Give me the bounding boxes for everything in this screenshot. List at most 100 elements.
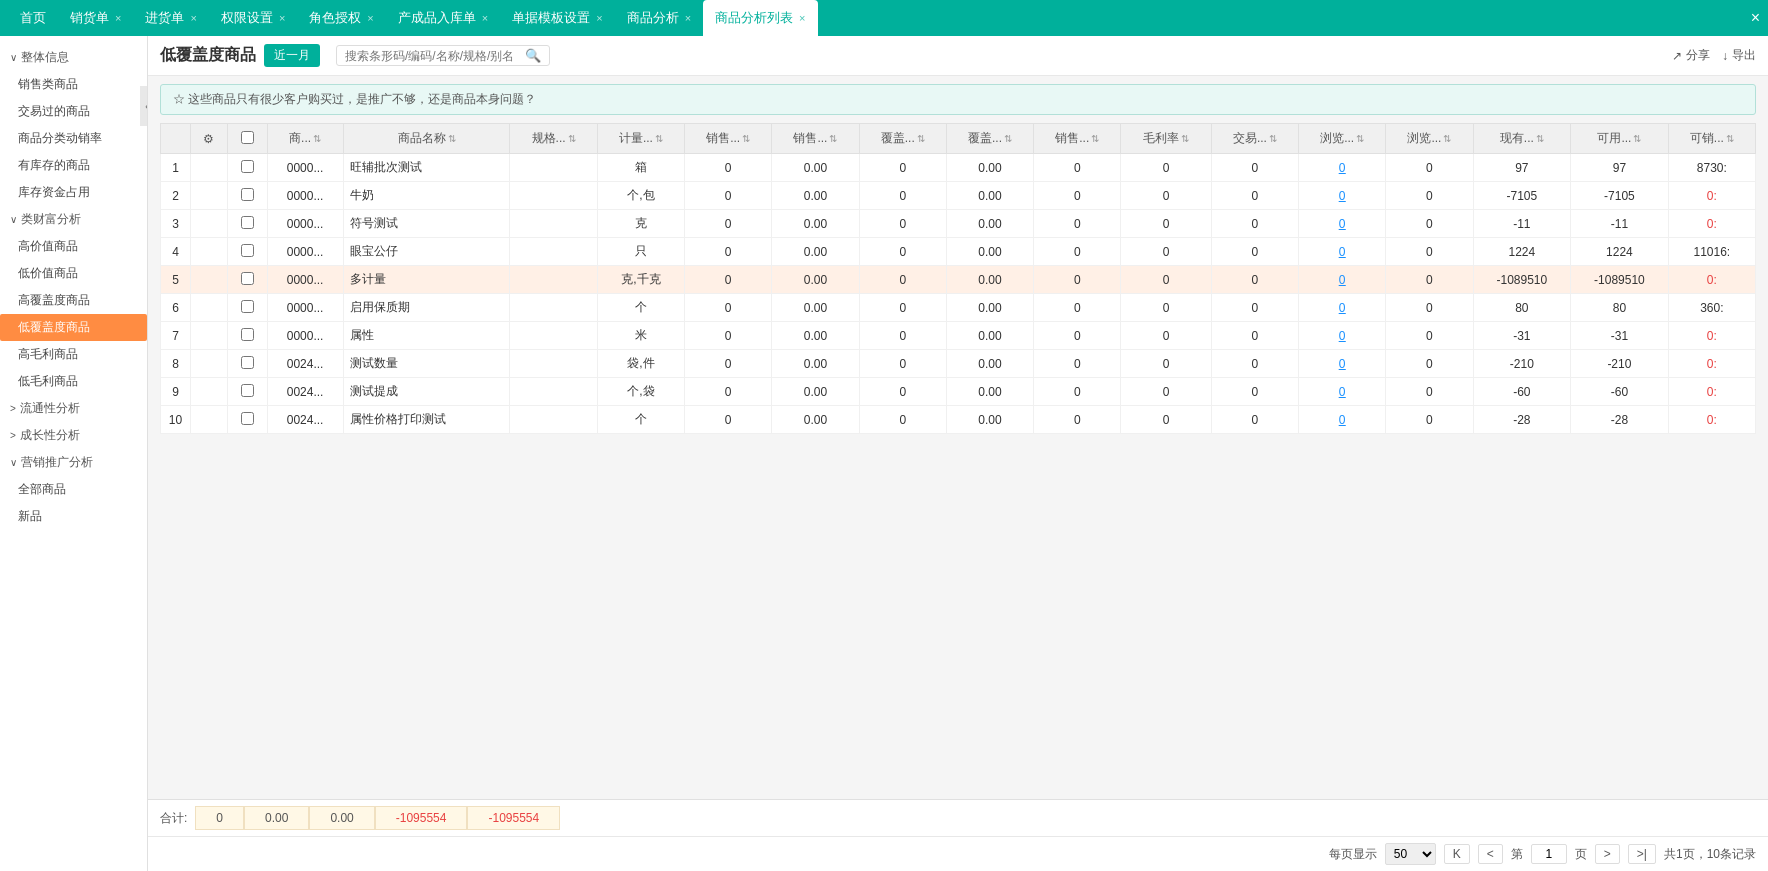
gross-margin-column-header[interactable]: 毛利率⇅ bbox=[1121, 124, 1211, 154]
sales-count-column-header[interactable]: 销售...⇅ bbox=[685, 124, 772, 154]
nav-products[interactable]: 产成品入库单 × bbox=[386, 0, 500, 36]
last-page-button[interactable]: >| bbox=[1628, 844, 1656, 864]
sidebar-item-stock-capital[interactable]: 库存资金占用 bbox=[0, 179, 147, 206]
select-all-checkbox[interactable] bbox=[241, 131, 254, 144]
sort-icon: ⇅ bbox=[313, 133, 321, 144]
browse-link[interactable]: 0 bbox=[1299, 378, 1386, 406]
browse-link[interactable]: 0 bbox=[1299, 406, 1386, 434]
row-checkbox[interactable] bbox=[227, 322, 267, 350]
prev-page-button[interactable]: < bbox=[1478, 844, 1503, 864]
period-button[interactable]: 近一月 bbox=[264, 44, 320, 67]
sidebar-item-stock-goods[interactable]: 有库存的商品 bbox=[0, 152, 147, 179]
row-checkbox[interactable] bbox=[227, 266, 267, 294]
sidebar-section-wealth[interactable]: ∨ 类财富分析 bbox=[0, 206, 147, 233]
row-sales-count: 0 bbox=[685, 238, 772, 266]
row-checkbox[interactable] bbox=[227, 182, 267, 210]
search-input[interactable] bbox=[345, 49, 525, 63]
spec-column-header[interactable]: 规格...⇅ bbox=[510, 124, 597, 154]
row-checkbox[interactable] bbox=[227, 294, 267, 322]
table-wrapper[interactable]: ⚙ 商...⇅ 商品名称⇅ 规格...⇅ 计量...⇅ 销售...⇅ 销售...… bbox=[160, 123, 1756, 799]
nav-template[interactable]: 单据模板设置 × bbox=[500, 0, 614, 36]
checkbox-column-header[interactable] bbox=[227, 124, 267, 154]
available-column-header[interactable]: 可用...⇅ bbox=[1571, 124, 1669, 154]
row-checkbox[interactable] bbox=[227, 238, 267, 266]
row-checkbox[interactable] bbox=[227, 350, 267, 378]
sidebar-item-low-value[interactable]: 低价值商品 bbox=[0, 260, 147, 287]
sidebar-section-liquidity[interactable]: > 流通性分析 bbox=[0, 395, 147, 422]
nav-analysis-list[interactable]: 商品分析列表 × bbox=[703, 0, 817, 36]
sales3-column-header[interactable]: 销售...⇅ bbox=[1034, 124, 1121, 154]
sidebar-section-growth[interactable]: > 成长性分析 bbox=[0, 422, 147, 449]
row-sales-count: 0 bbox=[685, 350, 772, 378]
close-icon[interactable]: × bbox=[190, 12, 196, 24]
sidebar-item-high-profit[interactable]: 高毛利商品 bbox=[0, 341, 147, 368]
row-browse2: 0 bbox=[1386, 154, 1473, 182]
sidebar-item-all-goods[interactable]: 全部商品 bbox=[0, 476, 147, 503]
browse-link[interactable]: 0 bbox=[1299, 294, 1386, 322]
row-cover1: 0 bbox=[859, 294, 946, 322]
close-icon[interactable]: × bbox=[482, 12, 488, 24]
page-size-select[interactable]: 50 20 100 bbox=[1385, 843, 1436, 865]
close-icon[interactable]: × bbox=[367, 12, 373, 24]
close-icon[interactable]: × bbox=[799, 12, 805, 24]
browse2-column-header[interactable]: 浏览...⇅ bbox=[1386, 124, 1473, 154]
sidebar-item-traded-goods[interactable]: 交易过的商品 bbox=[0, 98, 147, 125]
row-browse2: 0 bbox=[1386, 406, 1473, 434]
row-checkbox[interactable] bbox=[227, 378, 267, 406]
row-cover1: 0 bbox=[859, 266, 946, 294]
browse-link[interactable]: 0 bbox=[1299, 322, 1386, 350]
browse-link[interactable]: 0 bbox=[1299, 154, 1386, 182]
browse-link[interactable]: 0 bbox=[1299, 266, 1386, 294]
nav-purchase[interactable]: 进货单 × bbox=[133, 0, 208, 36]
row-name: 符号测试 bbox=[343, 210, 510, 238]
browse1-column-header[interactable]: 浏览...⇅ bbox=[1299, 124, 1386, 154]
cover1-column-header[interactable]: 覆盖...⇅ bbox=[859, 124, 946, 154]
row-sales-amt: 0.00 bbox=[772, 266, 859, 294]
close-icon[interactable]: × bbox=[685, 12, 691, 24]
settings-column-header[interactable]: ⚙ bbox=[191, 124, 228, 154]
sidebar-item-new-goods[interactable]: 新品 bbox=[0, 503, 147, 530]
sidebar-collapse-button[interactable]: « bbox=[140, 86, 148, 126]
row-trade: 0 bbox=[1211, 350, 1298, 378]
sales-amt-column-header[interactable]: 销售...⇅ bbox=[772, 124, 859, 154]
sidebar-section-overall[interactable]: ∨ 整体信息 bbox=[0, 44, 147, 71]
sidebar-item-high-value[interactable]: 高价值商品 bbox=[0, 233, 147, 260]
unit-column-header[interactable]: 计量...⇅ bbox=[597, 124, 684, 154]
current-column-header[interactable]: 现有...⇅ bbox=[1473, 124, 1571, 154]
row-checkbox[interactable] bbox=[227, 154, 267, 182]
browse-link[interactable]: 0 bbox=[1299, 210, 1386, 238]
nav-roles[interactable]: 角色授权 × bbox=[297, 0, 385, 36]
close-icon[interactable]: × bbox=[279, 12, 285, 24]
main-layout: « ∨ 整体信息 销售类商品 交易过的商品 商品分类动销率 有库存的商品 库存资… bbox=[0, 36, 1768, 871]
browse-link[interactable]: 0 bbox=[1299, 182, 1386, 210]
sidebar-item-high-coverage[interactable]: 高覆盖度商品 bbox=[0, 287, 147, 314]
row-checkbox[interactable] bbox=[227, 406, 267, 434]
nav-analysis[interactable]: 商品分析 × bbox=[615, 0, 703, 36]
share-button[interactable]: ↗ 分享 bbox=[1672, 47, 1710, 64]
close-icon[interactable]: × bbox=[115, 12, 121, 24]
sidebar-item-low-coverage[interactable]: 低覆盖度商品 bbox=[0, 314, 147, 341]
saleable-column-header[interactable]: 可销...⇅ bbox=[1668, 124, 1755, 154]
trade-column-header[interactable]: 交易...⇅ bbox=[1211, 124, 1298, 154]
nav-permissions[interactable]: 权限设置 × bbox=[209, 0, 297, 36]
next-page-button[interactable]: > bbox=[1595, 844, 1620, 864]
cover2-column-header[interactable]: 覆盖...⇅ bbox=[946, 124, 1033, 154]
window-close-button[interactable]: × bbox=[1751, 9, 1760, 27]
sidebar-item-low-profit[interactable]: 低毛利商品 bbox=[0, 368, 147, 395]
row-browse2: 0 bbox=[1386, 266, 1473, 294]
sidebar-item-sales-goods[interactable]: 销售类商品 bbox=[0, 71, 147, 98]
name-column-header[interactable]: 商品名称⇅ bbox=[343, 124, 510, 154]
close-icon[interactable]: × bbox=[596, 12, 602, 24]
sidebar-item-category-rate[interactable]: 商品分类动销率 bbox=[0, 125, 147, 152]
data-table: ⚙ 商...⇅ 商品名称⇅ 规格...⇅ 计量...⇅ 销售...⇅ 销售...… bbox=[160, 123, 1756, 434]
browse-link[interactable]: 0 bbox=[1299, 238, 1386, 266]
sidebar-section-marketing[interactable]: ∨ 营销推广分析 bbox=[0, 449, 147, 476]
export-button[interactable]: ↓ 导出 bbox=[1722, 47, 1756, 64]
code-column-header[interactable]: 商...⇅ bbox=[267, 124, 343, 154]
first-page-button[interactable]: K bbox=[1444, 844, 1470, 864]
row-checkbox[interactable] bbox=[227, 210, 267, 238]
nav-home[interactable]: 首页 bbox=[8, 0, 58, 36]
nav-sales[interactable]: 销货单 × bbox=[58, 0, 133, 36]
browse-link[interactable]: 0 bbox=[1299, 350, 1386, 378]
page-number-input[interactable] bbox=[1531, 844, 1567, 864]
